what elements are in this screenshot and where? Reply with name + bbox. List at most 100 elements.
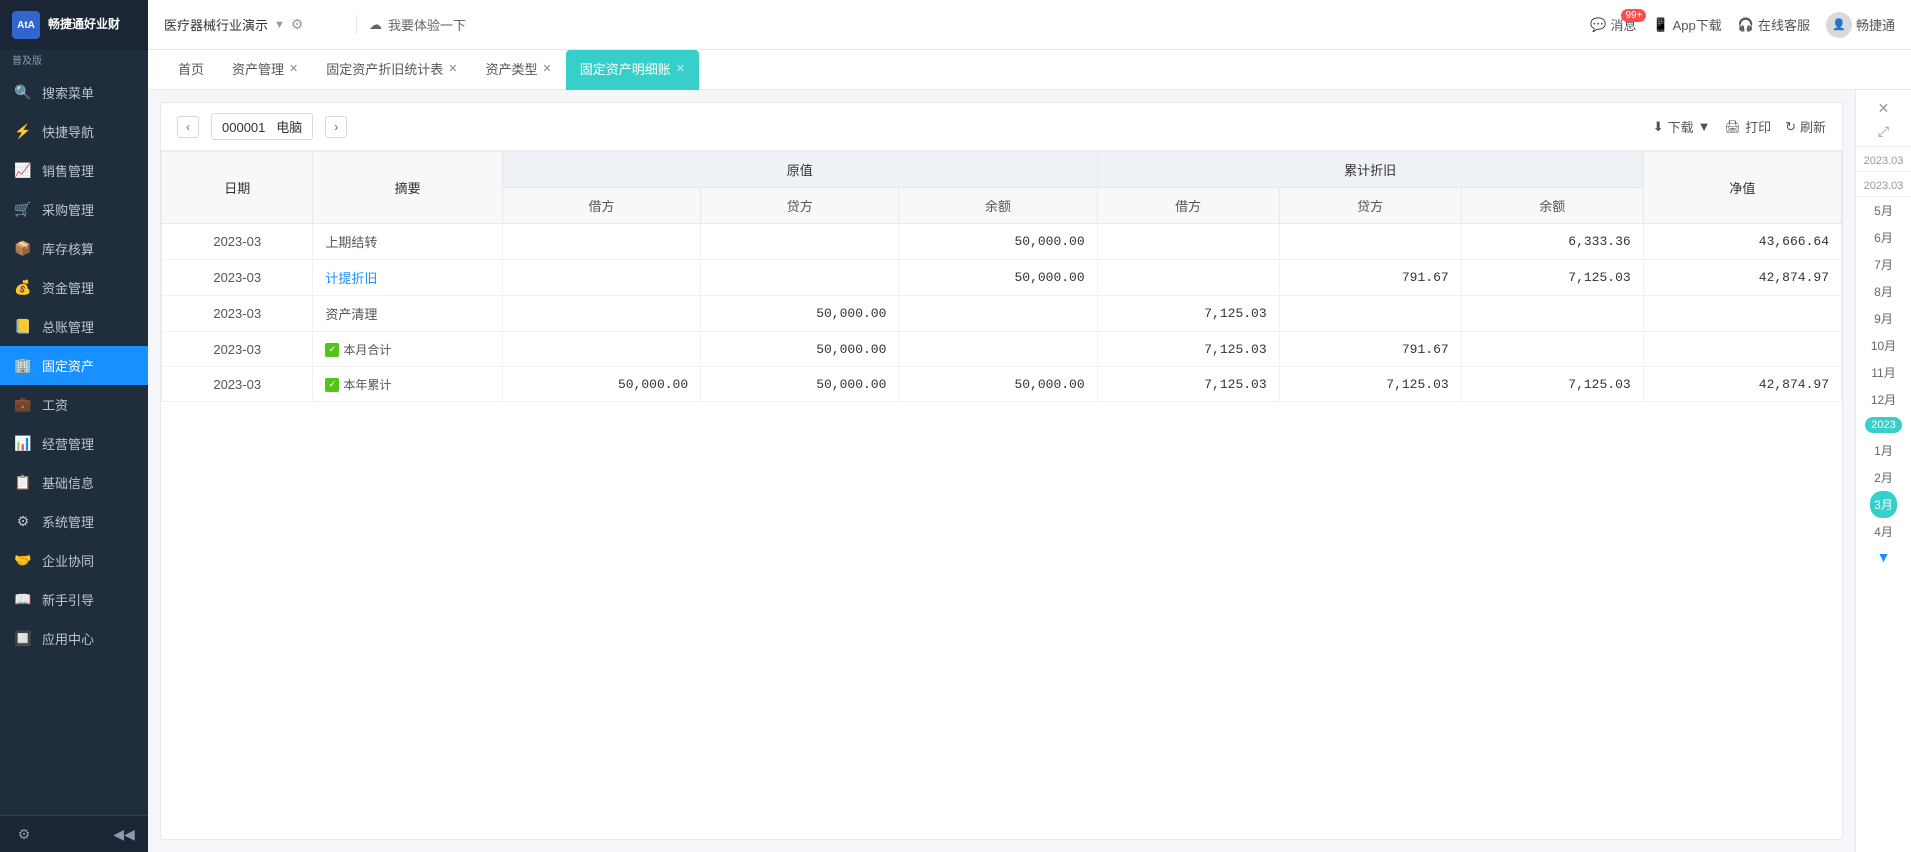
print-icon: 🖨 [1725, 119, 1742, 135]
timeline-top-buttons: ✕ ⤢ [1856, 90, 1911, 147]
tab-label-asset-mgmt: 资产管理 [232, 59, 284, 78]
timeline-expand-button[interactable]: ⤢ [1876, 121, 1891, 142]
sidebar-item-fund[interactable]: 💰 资金管理 [0, 268, 148, 307]
timeline-month-item[interactable]: 12月 [1867, 386, 1900, 413]
table-row: 2023-03 资产清理 50,000.00 7,125.03 [162, 296, 1842, 332]
operations-icon: 📊 [14, 435, 32, 453]
timeline-month-item[interactable]: 6月 [1867, 224, 1900, 251]
timeline-month-item[interactable]: 5月 [1867, 197, 1900, 224]
summary-text: 本年累计 [343, 376, 391, 393]
print-button[interactable]: 🖨 打印 [1725, 117, 1772, 136]
settings-icon[interactable]: ⚙ [14, 824, 34, 844]
month-badge: ✓ 本月合计 [325, 341, 391, 358]
timeline-month-item[interactable]: 3月 [1870, 491, 1897, 518]
cell-date: 2023-03 [162, 367, 313, 402]
timeline-scroll-down[interactable]: ▼ [1873, 545, 1895, 569]
timeline-month-item[interactable]: 8月 [1867, 278, 1900, 305]
sidebar-item-ledger[interactable]: 📒 总账管理 [0, 307, 148, 346]
ledger-icon: 📒 [14, 318, 32, 336]
refresh-button[interactable]: ↻ 刷新 [1785, 117, 1826, 136]
sidebar-item-collab[interactable]: 🤝 企业协同 [0, 541, 148, 580]
company-selector[interactable]: 医疗器械行业演示 ▼ ⚙ [164, 15, 344, 34]
tab-close-depreciation-table[interactable]: ✕ [448, 62, 457, 75]
tab-close-asset-type[interactable]: ✕ [543, 62, 552, 75]
detail-table: 日期 摘要 原值 累计折旧 净值 借方 贷方 余额 借方 贷方 余额 [161, 151, 1842, 402]
experience-label: 我要体验一下 [388, 15, 466, 34]
table-row: 2023-03 ✓ 本月合计 50,000.00 7,125.03 791.67 [162, 332, 1842, 367]
sidebar-label-fund: 资金管理 [42, 278, 94, 297]
sidebar-label-search: 搜索菜单 [42, 83, 94, 102]
col-balance-ov: 余额 [899, 188, 1097, 224]
tab-close-asset-detail[interactable]: ✕ [676, 62, 685, 75]
timeline-year-badge: 2023 [1865, 417, 1901, 433]
sidebar-item-purchase[interactable]: 🛒 采购管理 [0, 190, 148, 229]
summary-text: 本月合计 [343, 341, 391, 358]
tab-asset-detail[interactable]: 固定资产明细账✕ [566, 50, 699, 90]
cell-balance-ov [899, 332, 1097, 367]
tab-depreciation-table[interactable]: 固定资产折旧统计表✕ [312, 50, 471, 90]
timeline-months-2023: 1月2月3月4月 [1866, 437, 1901, 545]
experience-button[interactable]: ☁ 我要体验一下 [369, 15, 466, 34]
timeline-month-item[interactable]: 1月 [1866, 437, 1901, 464]
badge-check-icon: ✓ [325, 343, 339, 357]
tab-asset-type[interactable]: 资产类型✕ [471, 50, 565, 90]
cell-date: 2023-03 [162, 296, 313, 332]
sidebar-item-app-center[interactable]: 🔲 应用中心 [0, 619, 148, 658]
cell-summary: 上期结转 [313, 224, 503, 260]
sidebar-item-search[interactable]: 🔍 搜索菜单 [0, 73, 148, 112]
collapse-button[interactable]: ◀◀ [114, 824, 134, 844]
download-icon: ⬇ [1653, 119, 1664, 135]
tab-home[interactable]: 首页 [164, 50, 218, 90]
cell-debit-ov [502, 332, 700, 367]
cell-debit-ov [502, 224, 700, 260]
cell-balance-dep [1461, 332, 1643, 367]
customer-service-label: 在线客服 [1758, 15, 1810, 34]
sidebar-item-basic-info[interactable]: 📋 基础信息 [0, 463, 148, 502]
app-center-icon: 🔲 [14, 630, 32, 648]
user-avatar[interactable]: 👤 畅捷通 [1826, 12, 1895, 38]
refresh-label: 刷新 [1800, 117, 1826, 136]
sidebar-item-fixed-assets[interactable]: 🏢 固定资产 [0, 346, 148, 385]
guide-icon: 📖 [14, 591, 32, 609]
sidebar-item-inventory[interactable]: 📦 库存核算 [0, 229, 148, 268]
tab-asset-mgmt[interactable]: 资产管理 ✕ [218, 50, 312, 90]
sidebar-menu: 🔍 搜索菜单⚡ 快捷导航📈 销售管理🛒 采购管理📦 库存核算💰 资金管理📒 总账… [0, 73, 148, 815]
timeline-month-item[interactable]: 9月 [1867, 305, 1900, 332]
col-debit-dep: 借方 [1097, 188, 1279, 224]
cell-debit-dep [1097, 260, 1279, 296]
app-download-button[interactable]: 📱 App下载 [1652, 15, 1721, 34]
month-badge: ✓ 本年累计 [325, 376, 391, 393]
cell-debit-dep: 7,125.03 [1097, 367, 1279, 402]
timeline-month-item[interactable]: 7月 [1867, 251, 1900, 278]
timeline-month-item[interactable]: 2月 [1866, 464, 1901, 491]
sidebar-item-system[interactable]: ⚙ 系统管理 [0, 502, 148, 541]
col-debit-ov: 借方 [502, 188, 700, 224]
download-label: 下载 [1668, 117, 1694, 136]
col-accumulated-dep-header: 累计折旧 [1097, 152, 1643, 188]
topbar: 医疗器械行业演示 ▼ ⚙ ☁ 我要体验一下 💬 消息 99+ 📱 App下载 🎧… [148, 0, 1911, 50]
timeline-close-button[interactable]: ✕ [1876, 98, 1892, 119]
messages-button[interactable]: 💬 消息 99+ [1590, 15, 1636, 34]
company-settings-icon[interactable]: ⚙ [291, 16, 304, 33]
topbar-right: 💬 消息 99+ 📱 App下载 🎧 在线客服 👤 畅捷通 [1590, 12, 1895, 38]
timeline-month-item[interactable]: 4月 [1866, 518, 1901, 545]
badge-check-icon: ✓ [325, 378, 339, 392]
sidebar-item-salary[interactable]: 💼 工资 [0, 385, 148, 424]
sidebar-item-quick-nav[interactable]: ⚡ 快捷导航 [0, 112, 148, 151]
next-asset-button[interactable]: › [325, 116, 347, 138]
cell-net-value [1643, 332, 1841, 367]
sidebar-label-fixed-assets: 固定资产 [42, 356, 94, 375]
prev-asset-button[interactable]: ‹ [177, 116, 199, 138]
customer-service-button[interactable]: 🎧 在线客服 [1738, 15, 1810, 34]
sidebar-item-operations[interactable]: 📊 经营管理 [0, 424, 148, 463]
sidebar-header: AtA 畅捷通好业财 [0, 0, 148, 50]
summary-link[interactable]: 计提折旧 [325, 271, 377, 286]
sidebar-item-guide[interactable]: 📖 新手引导 [0, 580, 148, 619]
col-credit-ov: 贷方 [701, 188, 899, 224]
timeline-month-item[interactable]: 10月 [1867, 332, 1900, 359]
download-button[interactable]: ⬇ 下载 ▼ [1653, 117, 1711, 136]
asset-id: 000001 [222, 120, 265, 135]
tab-close-asset-mgmt[interactable]: ✕ [289, 62, 298, 75]
sidebar-item-sales[interactable]: 📈 销售管理 [0, 151, 148, 190]
timeline-month-item[interactable]: 11月 [1867, 359, 1900, 386]
